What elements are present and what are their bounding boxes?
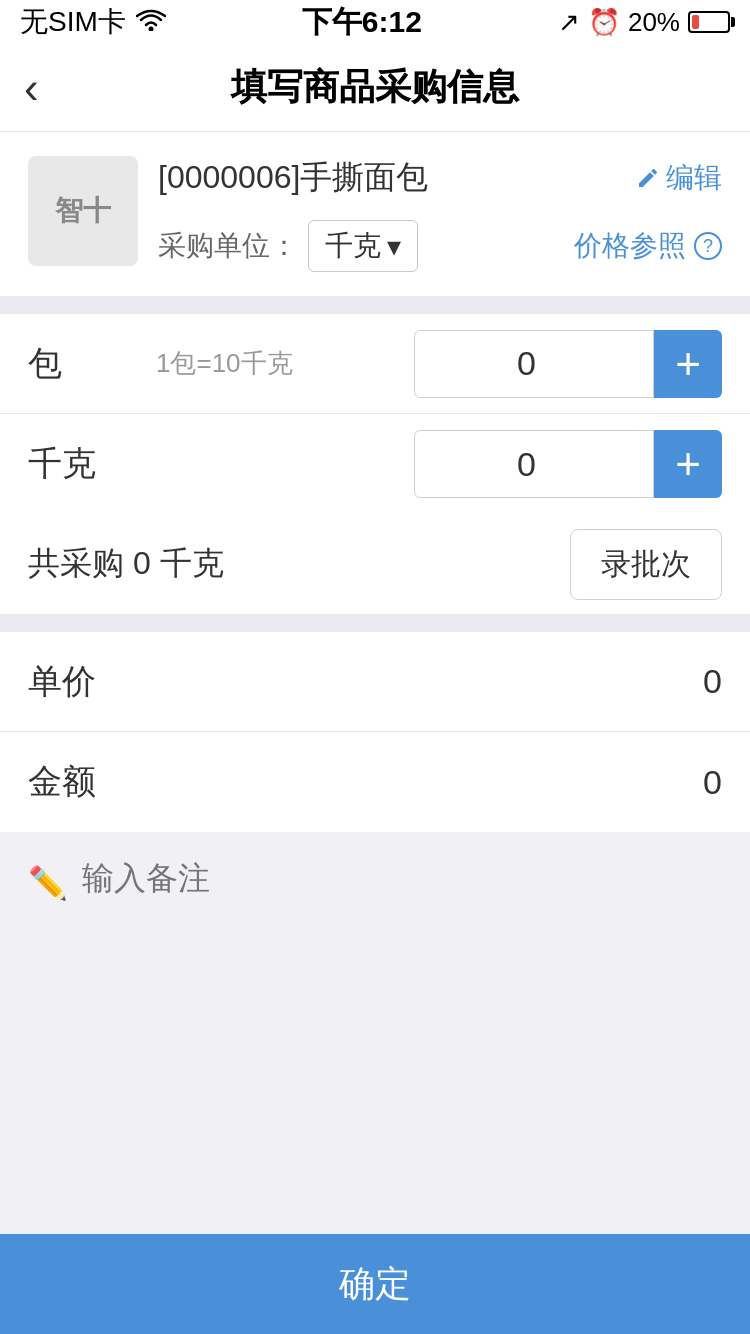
unit-price-label: 单价 <box>28 659 96 705</box>
bao-sublabel: 1包=10千克 <box>156 346 293 381</box>
kg-input[interactable] <box>414 430 654 498</box>
alarm-icon: ⏰ <box>588 7 620 38</box>
back-button[interactable]: ‹ <box>24 63 39 113</box>
unit-value: 千克 <box>325 227 381 265</box>
bao-input-right: + <box>414 330 722 398</box>
battery-percent: 20% <box>628 7 680 38</box>
price-ref-button[interactable]: 价格参照 ? <box>574 227 722 265</box>
amount-label: 金额 <box>28 759 96 805</box>
svg-text:?: ? <box>703 236 713 256</box>
unit-price-row: 单价 0 <box>0 632 750 732</box>
unit-select[interactable]: 千克 ▾ <box>308 220 418 272</box>
unit-label: 采购单位： <box>158 227 298 265</box>
remark-input[interactable] <box>82 860 722 897</box>
amount-row: 金额 0 <box>0 732 750 832</box>
pencil-icon: ✏️ <box>28 864 68 902</box>
bao-input-row: 包 1包=10千克 + <box>0 314 750 414</box>
product-logo: 智十 <box>28 156 138 266</box>
bao-label: 包 <box>28 341 148 387</box>
unit-price-value: 0 <box>703 662 722 701</box>
bao-plus-button[interactable]: + <box>654 330 722 398</box>
remark-section: ✏️ <box>0 832 750 952</box>
summary-text: 共采购 0 千克 <box>28 542 224 586</box>
status-left: 无SIM卡 <box>20 3 166 41</box>
product-card: 智十 [0000006]手撕面包 编辑 采购单位： 千克 ▾ <box>0 132 750 296</box>
price-section: 单价 0 金额 0 <box>0 632 750 832</box>
kg-label: 千克 <box>28 441 148 487</box>
edit-button[interactable]: 编辑 <box>636 159 722 197</box>
bao-input[interactable] <box>414 330 654 398</box>
filler-area <box>0 952 750 1252</box>
kg-input-right: + <box>414 430 722 498</box>
status-right: ↗ ⏰ 20% <box>558 7 730 38</box>
battery-icon <box>688 11 730 33</box>
status-bar: 无SIM卡 下午6:12 ↗ ⏰ 20% <box>0 0 750 44</box>
kg-plus-button[interactable]: + <box>654 430 722 498</box>
product-name: [0000006]手撕面包 <box>158 156 428 200</box>
divider-1 <box>0 296 750 314</box>
nav-bar: ‹ 填写商品采购信息 <box>0 44 750 132</box>
batch-button[interactable]: 录批次 <box>570 529 722 600</box>
divider-2 <box>0 614 750 632</box>
status-time: 下午6:12 <box>302 2 422 43</box>
amount-value: 0 <box>703 763 722 802</box>
location-icon: ↗ <box>558 7 580 38</box>
page-title: 填写商品采购信息 <box>231 63 519 112</box>
product-info: [0000006]手撕面包 编辑 采购单位： 千克 ▾ 价格 <box>158 156 722 272</box>
sim-text: 无SIM卡 <box>20 3 126 41</box>
svg-point-0 <box>148 27 153 32</box>
dropdown-icon: ▾ <box>387 230 401 263</box>
kg-input-row: 千克 + <box>0 414 750 514</box>
input-section: 包 1包=10千克 + 千克 + <box>0 314 750 514</box>
wifi-icon <box>136 6 166 38</box>
summary-row: 共采购 0 千克 录批次 <box>0 514 750 614</box>
confirm-button[interactable]: 确定 <box>0 1234 750 1334</box>
